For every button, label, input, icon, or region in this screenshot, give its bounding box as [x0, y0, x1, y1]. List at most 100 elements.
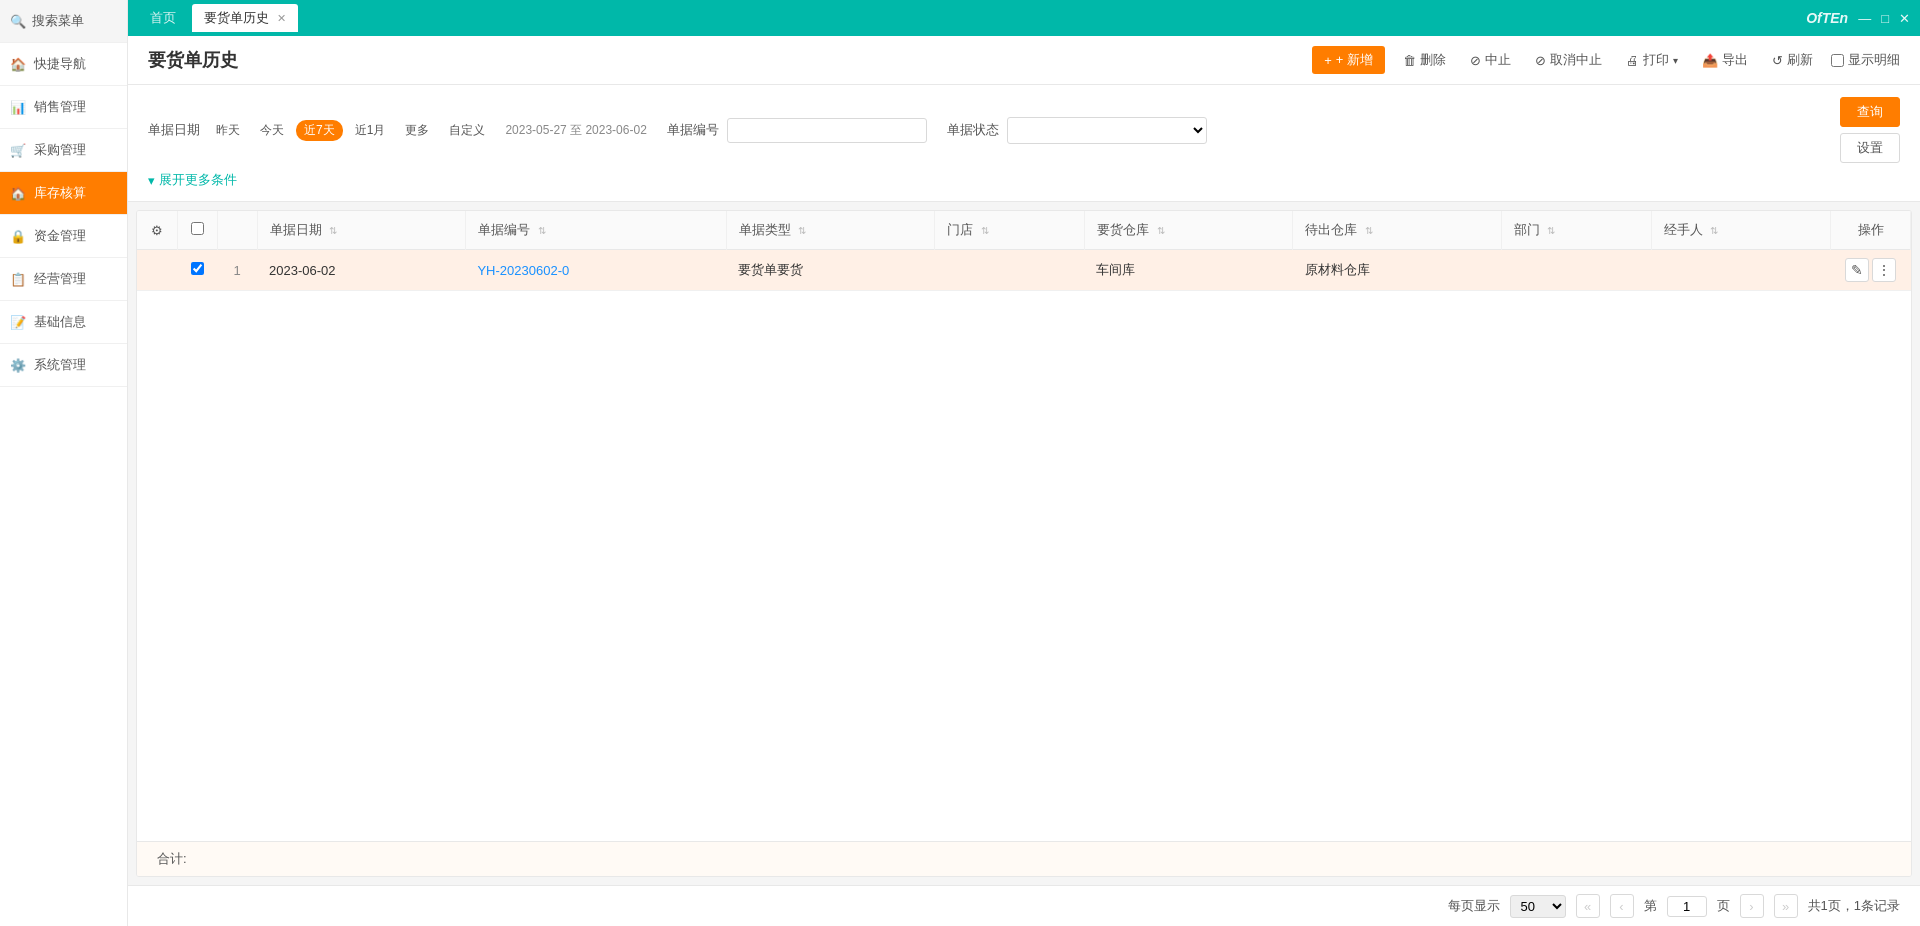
table-col-settings[interactable]: ⚙ — [137, 211, 177, 250]
sidebar-item-system-mgmt[interactable]: ⚙️ 系统管理 — [0, 344, 127, 387]
refresh-label: 刷新 — [1787, 51, 1813, 69]
print-button[interactable]: 🖨 打印 ▾ — [1620, 47, 1684, 73]
tab-close-icon[interactable]: ✕ — [277, 12, 286, 25]
table-col-order-type[interactable]: 单据类型 ⇅ — [726, 211, 934, 250]
page-input[interactable] — [1667, 896, 1707, 917]
row-store — [935, 250, 1085, 291]
table-col-pending-warehouse[interactable]: 待出仓库 ⇅ — [1293, 211, 1501, 250]
sidebar-item-search-menu[interactable]: 🔍 搜索菜单 — [0, 0, 127, 43]
row-select-checkbox[interactable] — [191, 262, 204, 275]
basic-icon: 📝 — [10, 315, 26, 330]
query-buttons: 查询 设置 — [1840, 97, 1900, 163]
table-header-row: ⚙ 单据日期 ⇅ 单据编号 ⇅ — [137, 211, 1911, 250]
sort-date-icon: ⇅ — [329, 225, 337, 236]
sidebar-item-finance-mgmt[interactable]: 🔒 资金管理 — [0, 215, 127, 258]
prev-page-btn[interactable]: ‹ — [1610, 894, 1634, 918]
date-btn-today[interactable]: 今天 — [252, 120, 292, 141]
sidebar: 🔍 搜索菜单 🏠 快捷导航 📊 销售管理 🛒 采购管理 🏠 库存核算 🔒 资金管… — [0, 0, 128, 926]
sidebar-item-quick-nav[interactable]: 🏠 快捷导航 — [0, 43, 127, 86]
refresh-icon: ↺ — [1772, 53, 1783, 68]
table-scroll[interactable]: ⚙ 单据日期 ⇅ 单据编号 ⇅ — [137, 211, 1911, 841]
sales-icon: 📊 — [10, 100, 26, 115]
delete-icon: 🗑 — [1403, 53, 1416, 68]
export-button[interactable]: 📤 导出 — [1696, 47, 1754, 73]
row-edit-btn[interactable]: ✎ — [1845, 258, 1869, 282]
display-cells-checkbox[interactable] — [1831, 54, 1844, 67]
refresh-button[interactable]: ↺ 刷新 — [1766, 47, 1819, 73]
sort-reqwarehouse-icon: ⇅ — [1157, 225, 1165, 236]
query-settings-button[interactable]: 设置 — [1840, 133, 1900, 163]
table-col-ops: 操作 — [1831, 211, 1911, 250]
delete-label: 删除 — [1420, 51, 1446, 69]
last-page-btn[interactable]: » — [1774, 894, 1798, 918]
system-icon: ⚙️ — [10, 358, 26, 373]
data-table: ⚙ 单据日期 ⇅ 单据编号 ⇅ — [137, 211, 1911, 291]
date-btn-custom[interactable]: 自定义 — [441, 120, 493, 141]
filter-bar: 单据日期 昨天 今天 近7天 近1月 更多 自定义 2023-05-27 至 2… — [128, 85, 1920, 202]
table-col-order-no[interactable]: 单据编号 ⇅ — [465, 211, 726, 250]
sidebar-item-operation-mgmt[interactable]: 📋 经营管理 — [0, 258, 127, 301]
row-more-btn[interactable]: ⋮ — [1872, 258, 1896, 282]
new-button[interactable]: + + 新增 — [1312, 46, 1385, 74]
sidebar-inventory-label: 库存核算 — [34, 184, 86, 202]
display-cells-button[interactable]: 显示明细 — [1831, 51, 1900, 69]
order-no-link[interactable]: YH-20230602-0 — [477, 263, 569, 278]
window-maximize-btn[interactable]: □ — [1881, 11, 1889, 26]
table-col-num — [217, 211, 257, 250]
stop-button[interactable]: ⊘ 中止 — [1464, 47, 1517, 73]
table-col-dept[interactable]: 部门 ⇅ — [1501, 211, 1651, 250]
date-btn-yesterday[interactable]: 昨天 — [208, 120, 248, 141]
select-all-checkbox[interactable] — [191, 222, 204, 235]
row-ops: ✎ ⋮ — [1831, 250, 1911, 291]
export-icon: 📤 — [1702, 53, 1718, 68]
table-col-checkbox[interactable] — [177, 211, 217, 250]
brand-text: OfTEn — [1806, 10, 1848, 26]
table-row[interactable]: 1 2023-06-02 YH-20230602-0 要货单要货 车间库 原材料… — [137, 250, 1911, 291]
first-page-btn[interactable]: « — [1576, 894, 1600, 918]
pagination-bar: 每页显示 20 50 100 200 « ‹ 第 页 › » 共1页，1条记录 — [128, 885, 1920, 926]
filter-row: 单据日期 昨天 今天 近7天 近1月 更多 自定义 2023-05-27 至 2… — [148, 97, 1900, 163]
print-label: 打印 — [1643, 51, 1669, 69]
delete-button[interactable]: 🗑 删除 — [1397, 47, 1452, 73]
stop-label: 中止 — [1485, 51, 1511, 69]
filter-order-no-input[interactable] — [727, 118, 927, 143]
next-page-btn[interactable]: › — [1740, 894, 1764, 918]
display-cells-label: 显示明细 — [1848, 51, 1900, 69]
sort-dept-icon: ⇅ — [1547, 225, 1555, 236]
table-col-req-warehouse[interactable]: 要货仓库 ⇅ — [1084, 211, 1292, 250]
expand-more-conditions[interactable]: ▾ 展开更多条件 — [148, 171, 1900, 189]
sort-pendingwarehouse-icon: ⇅ — [1365, 225, 1373, 236]
filter-status-select[interactable] — [1007, 117, 1207, 144]
table-col-date[interactable]: 单据日期 ⇅ — [257, 211, 465, 250]
page-size-label: 每页显示 — [1448, 897, 1500, 915]
sort-handler-icon: ⇅ — [1710, 225, 1718, 236]
row-order-no[interactable]: YH-20230602-0 — [465, 250, 726, 291]
stop-icon: ⊘ — [1470, 53, 1481, 68]
filter-date-label: 单据日期 — [148, 121, 200, 139]
sidebar-basic-label: 基础信息 — [34, 313, 86, 331]
cancel-stop-button[interactable]: ⊘ 取消中止 — [1529, 47, 1608, 73]
sidebar-sales-label: 销售管理 — [34, 98, 86, 116]
finance-icon: 🔒 — [10, 229, 26, 244]
sidebar-item-sales-mgmt[interactable]: 📊 销售管理 — [0, 86, 127, 129]
tab-home-label: 首页 — [150, 9, 176, 27]
page-size-select[interactable]: 20 50 100 200 — [1510, 895, 1566, 918]
sidebar-item-basic-info[interactable]: 📝 基础信息 — [0, 301, 127, 344]
tab-home[interactable]: 首页 — [138, 4, 188, 32]
row-dept — [1501, 250, 1651, 291]
window-close-btn[interactable]: ✕ — [1899, 11, 1910, 26]
date-btn-last-month[interactable]: 近1月 — [347, 120, 394, 141]
sidebar-item-purchase-mgmt[interactable]: 🛒 采购管理 — [0, 129, 127, 172]
date-btn-last7days[interactable]: 近7天 — [296, 120, 343, 141]
tab-order-history[interactable]: 要货单历史 ✕ — [192, 4, 298, 32]
sidebar-item-inventory[interactable]: 🏠 库存核算 — [0, 172, 127, 215]
table-col-store[interactable]: 门店 ⇅ — [935, 211, 1085, 250]
print-icon: 🖨 — [1626, 53, 1639, 68]
window-minimize-btn[interactable]: — — [1858, 11, 1871, 26]
page-title: 要货单历史 — [148, 48, 238, 72]
query-search-button[interactable]: 查询 — [1840, 97, 1900, 127]
table-col-handler[interactable]: 经手人 ⇅ — [1651, 211, 1830, 250]
operation-icon: 📋 — [10, 272, 26, 287]
row-checkbox[interactable] — [177, 250, 217, 291]
date-btn-more[interactable]: 更多 — [397, 120, 437, 141]
